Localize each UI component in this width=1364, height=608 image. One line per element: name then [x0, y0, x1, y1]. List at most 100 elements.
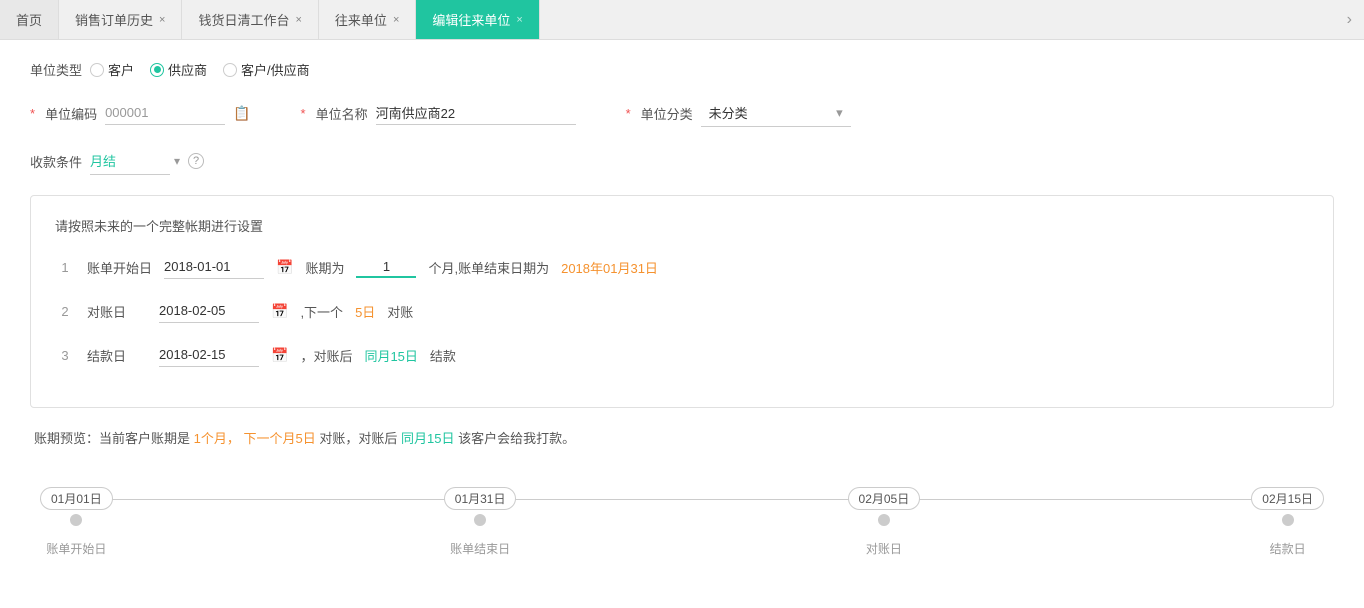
period-text-1b: 个月,账单结束日期为 [428, 258, 549, 277]
tab-close-cashier[interactable]: × [295, 14, 301, 26]
timeline-top-end: 01月31日 [444, 487, 517, 526]
preview-p5: 该客户会给我打款。 [458, 431, 575, 446]
period-date-2: 2018-02-05 [159, 299, 259, 323]
tab-partners[interactable]: 往来单位 × [319, 0, 416, 39]
period-title: 请按照未来的一个完整帐期进行设置 [55, 216, 1309, 235]
period-label-3: 结款日 [87, 346, 147, 365]
payment-value[interactable]: 月结 [90, 147, 170, 175]
tab-close-partners[interactable]: × [393, 14, 399, 26]
radio-label-customer: 客户 [108, 60, 134, 79]
unit-name-required: * [301, 106, 306, 121]
unit-type-row: 单位类型 客户 供应商 客户/供应商 [30, 60, 1334, 79]
tab-home[interactable]: 首页 [0, 0, 59, 39]
timeline-dot-1 [474, 514, 486, 526]
timeline-point-payment: 02月15日 结款日 [1251, 487, 1324, 557]
timeline-sub-0: 账单开始日 [46, 540, 106, 557]
payment-row: 收款条件 月结 ▾ ? [30, 147, 1334, 175]
tab-close-edit-partner[interactable]: × [516, 14, 522, 26]
preview-p2: 下一个月5日 [244, 431, 316, 446]
period-label-2: 对账日 [87, 302, 147, 321]
unit-type-group: 单位类型 客户 供应商 客户/供应商 [30, 60, 310, 79]
period-calendar-3[interactable]: 📅 [271, 347, 288, 364]
unit-category-group: * 单位分类 未分类 ▾ [626, 99, 851, 127]
payment-select-wrapper: 月结 ▾ [90, 147, 180, 175]
unit-category-select[interactable]: 未分类 ▾ [701, 99, 851, 127]
radio-circle-customer [90, 63, 104, 77]
period-text-3b: 结款 [430, 346, 456, 365]
tab-edit-partner[interactable]: 编辑往来单位 × [416, 0, 539, 39]
timeline-point-start: 01月01日 账单开始日 [40, 487, 113, 557]
period-label-1: 账单开始日 [87, 258, 152, 277]
timeline-point-end: 01月31日 账单结束日 [444, 487, 517, 557]
preview-p4: 同月15日 [401, 431, 454, 446]
period-calendar-2[interactable]: 📅 [271, 303, 288, 320]
period-date-3: 2018-02-15 [159, 343, 259, 367]
radio-customer[interactable]: 客户 [90, 60, 134, 79]
timeline-sub-1: 账单结束日 [450, 540, 510, 557]
period-row-3: 3 结款日 2018-02-15 📅 ，对账后 同月15日 结款 [55, 343, 1309, 367]
unit-name-label: 单位名称 [316, 104, 368, 123]
period-end-date: 2018年01月31日 [561, 258, 658, 277]
tab-more-button[interactable]: › [1335, 11, 1364, 29]
unit-code-input[interactable] [105, 101, 225, 125]
unit-code-group: * 单位编码 📋 [30, 101, 251, 125]
period-payment-highlight: 同月15日 [364, 346, 417, 365]
tab-bar: 首页 销售订单历史 × 钱货日清工作台 × 往来单位 × 编辑往来单位 × › [0, 0, 1364, 40]
preview-section: 账期预览：当前客户账期是 1个月， 下一个月5日 对账，对账后 同月15日 该客… [30, 428, 1334, 447]
timeline-dot-0 [70, 514, 82, 526]
period-num-1: 1 [55, 260, 75, 275]
period-calendar-1[interactable]: 📅 [276, 259, 293, 276]
unit-code-required: * [30, 106, 35, 121]
radio-circle-both [223, 63, 237, 77]
preview-p1: 1个月， [194, 431, 240, 446]
timeline-sub-3: 结款日 [1270, 540, 1306, 557]
radio-label-supplier: 供应商 [168, 60, 207, 79]
unit-category-required: * [626, 106, 631, 121]
preview-label: 账期预览：当前客户账期是 [34, 431, 190, 446]
timeline-point-recon: 02月05日 对账日 [848, 487, 921, 557]
unit-info-row: * 单位编码 📋 * 单位名称 * 单位分类 未分类 ▾ [30, 99, 1334, 127]
timeline-dot-3 [1282, 514, 1294, 526]
radio-group: 客户 供应商 客户/供应商 [90, 60, 310, 79]
payment-dropdown-icon[interactable]: ▾ [174, 154, 180, 168]
timeline-label-2: 02月05日 [848, 487, 921, 510]
period-months-input[interactable] [356, 257, 416, 278]
unit-name-input[interactable] [376, 101, 576, 125]
tab-sales-history[interactable]: 销售订单历史 × [59, 0, 182, 39]
period-box: 请按照未来的一个完整帐期进行设置 1 账单开始日 2018-01-01 📅 账期… [30, 195, 1334, 408]
timeline-top-start: 01月01日 [40, 487, 113, 526]
period-recon-highlight: 5日 [355, 302, 375, 321]
timeline-label-1: 01月31日 [444, 487, 517, 510]
timeline-label-3: 02月15日 [1251, 487, 1324, 510]
main-content: 单位类型 客户 供应商 客户/供应商 * 单位编码 [0, 40, 1364, 608]
unit-code-label: 单位编码 [45, 104, 97, 123]
unit-category-value: 未分类 [709, 103, 832, 122]
radio-label-both: 客户/供应商 [241, 60, 310, 79]
radio-both[interactable]: 客户/供应商 [223, 60, 310, 79]
preview-p3: 对账，对账后 [319, 431, 397, 446]
radio-circle-supplier [150, 63, 164, 77]
timeline: 01月01日 账单开始日 01月31日 账单结束日 02月05日 对账日 [30, 467, 1334, 567]
period-num-2: 2 [55, 304, 75, 319]
timeline-sub-2: 对账日 [866, 540, 902, 557]
timeline-top-payment: 02月15日 [1251, 487, 1324, 526]
period-row-2: 2 对账日 2018-02-05 📅 ,下一个 5日 对账 [55, 299, 1309, 323]
timeline-label-0: 01月01日 [40, 487, 113, 510]
payment-help-icon[interactable]: ? [188, 153, 204, 169]
timeline-points: 01月01日 账单开始日 01月31日 账单结束日 02月05日 对账日 [40, 487, 1324, 557]
timeline-top-recon: 02月05日 [848, 487, 921, 526]
period-text-2a: ,下一个 [300, 302, 343, 321]
tab-cashier[interactable]: 钱货日清工作台 × [182, 0, 318, 39]
period-text-2b: 对账 [387, 302, 413, 321]
period-date-1: 2018-01-01 [164, 255, 264, 279]
payment-label: 收款条件 [30, 152, 82, 171]
timeline-dot-2 [878, 514, 890, 526]
unit-category-label: 单位分类 [641, 104, 693, 123]
category-dropdown-icon: ▾ [836, 105, 843, 121]
unit-name-group: * 单位名称 [301, 101, 576, 125]
unit-code-icon[interactable]: 📋 [233, 105, 250, 122]
radio-supplier[interactable]: 供应商 [150, 60, 207, 79]
tab-close-sales-history[interactable]: × [159, 14, 165, 26]
period-text-1a: 账期为 [305, 258, 344, 277]
unit-type-label: 单位类型 [30, 60, 82, 79]
